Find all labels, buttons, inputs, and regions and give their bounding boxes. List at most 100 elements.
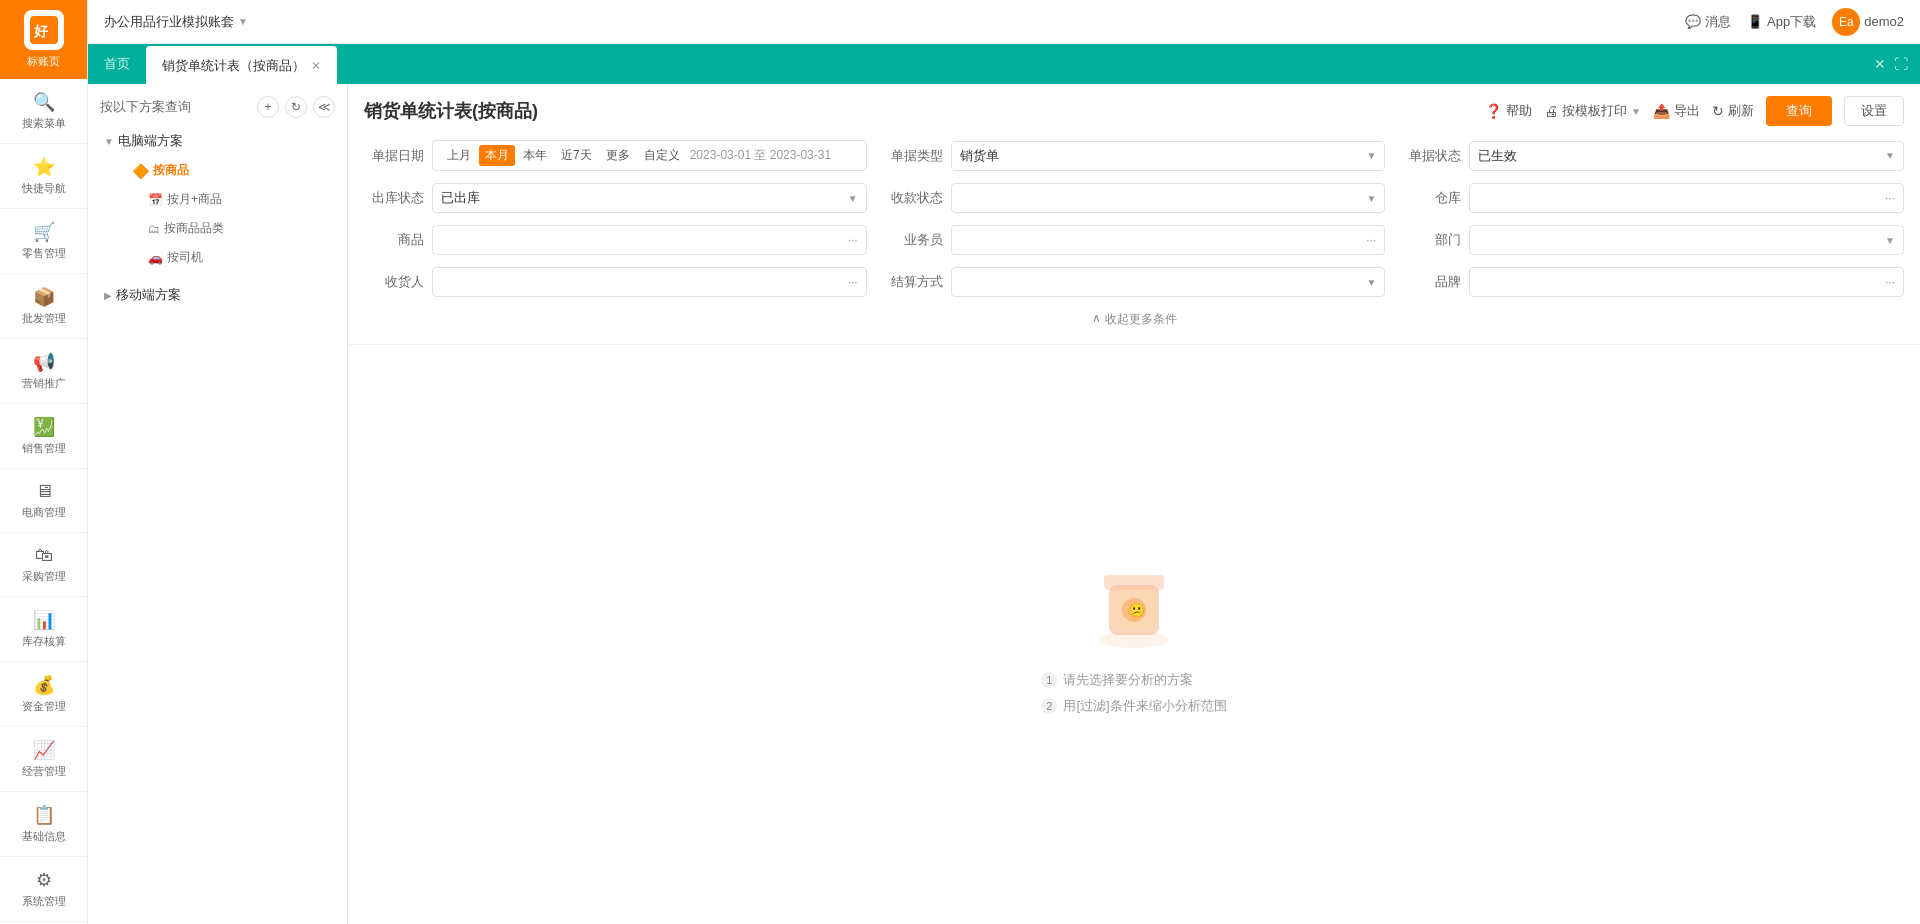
product-ellipsis-icon[interactable]: ··· bbox=[848, 233, 858, 247]
tab-close-icon[interactable]: ✕ bbox=[311, 59, 321, 73]
query-button[interactable]: 查询 bbox=[1766, 96, 1832, 126]
product-select[interactable]: ··· bbox=[432, 225, 867, 255]
warehouse-select[interactable]: ··· bbox=[1469, 183, 1904, 213]
tree-mobile-label: 移动端方案 bbox=[116, 286, 181, 304]
sidebar-item-sales[interactable]: 💹 销售管理 bbox=[0, 404, 87, 469]
empty-illustration: 😕 bbox=[1084, 555, 1184, 655]
tree-sub-month-product[interactable]: 📅 按月+商品 bbox=[96, 185, 339, 214]
filter-out-status: 出库状态 已出库 ▼ bbox=[364, 183, 867, 213]
window-maximize-icon[interactable]: ⛶ bbox=[1894, 56, 1908, 72]
tab-report[interactable]: 销货单统计表（按商品） ✕ bbox=[146, 46, 337, 86]
header-left: 办公用品行业模拟账套 ▼ bbox=[104, 13, 248, 31]
page-header: 销货单统计表(按商品) ❓ 帮助 🖨 按模板打印 ▼ 📤 导出 bbox=[348, 84, 1920, 134]
ecommerce-icon: 🖥 bbox=[35, 481, 53, 502]
sidebar-item-basic[interactable]: 📋 基础信息 bbox=[0, 792, 87, 857]
empty-state: 😕 1 请先选择要分析的方案 2 用[过滤]条件来缩小分析范围 bbox=[348, 345, 1920, 924]
tree-child-by-product[interactable]: 🔶 按商品 bbox=[96, 156, 339, 185]
date-tab-this-year[interactable]: 本年 bbox=[517, 145, 553, 166]
sidebar-label-finance: 资金管理 bbox=[22, 699, 66, 714]
tree-desktop-label: 电脑端方案 bbox=[118, 132, 183, 150]
tree-child-product-label: 按商品 bbox=[153, 162, 189, 179]
sidebar-label-search: 搜索菜单 bbox=[22, 116, 66, 131]
calendar-icon: 📅 bbox=[148, 193, 163, 207]
collapse-row[interactable]: ∧ 收起更多条件 bbox=[364, 303, 1904, 336]
page-title: 销货单统计表(按商品) bbox=[364, 99, 538, 123]
date-range: 2023-03-01 至 2023-03-31 bbox=[690, 147, 831, 164]
download-icon: 📱 bbox=[1747, 14, 1763, 29]
recipient-ellipsis-icon[interactable]: ··· bbox=[848, 275, 858, 289]
salesperson-select[interactable]: ··· bbox=[951, 225, 1386, 255]
user-profile[interactable]: Ea demo2 bbox=[1832, 8, 1904, 36]
sidebar-item-marketing[interactable]: 📢 营销推广 bbox=[0, 339, 87, 404]
filter-row-1: 单据日期 上月 本月 本年 近7天 更多 自定义 2023-03-01 至 20… bbox=[364, 134, 1904, 177]
bill-type-select[interactable]: 销货单 ▼ bbox=[951, 141, 1386, 171]
payment-status-select[interactable]: ▼ bbox=[951, 183, 1386, 213]
sidebar-item-inventory[interactable]: 📊 库存核算 bbox=[0, 597, 87, 662]
out-status-label: 出库状态 bbox=[364, 189, 424, 207]
tree-mobile[interactable]: ▶ 移动端方案 bbox=[96, 280, 339, 310]
sidebar-item-quick[interactable]: ⭐ 快捷导航 bbox=[0, 144, 87, 209]
export-button[interactable]: 📤 导出 bbox=[1653, 102, 1700, 120]
date-control[interactable]: 上月 本月 本年 近7天 更多 自定义 2023-03-01 至 2023-03… bbox=[432, 140, 867, 171]
refresh-button[interactable]: ↻ 刷新 bbox=[1712, 102, 1754, 120]
filter-row-3: 商品 ··· 业务员 ··· 部门 bbox=[364, 219, 1904, 261]
sidebar-label-purchase: 采购管理 bbox=[22, 569, 66, 584]
svg-text:好: 好 bbox=[33, 23, 49, 39]
logo-text: 标账页 bbox=[27, 54, 60, 69]
tab-home[interactable]: 首页 bbox=[88, 44, 146, 84]
content-area: 按以下方案查询 + ↻ ≪ ▼ 电脑端方案 🔶 按商品 📅 按 bbox=[88, 84, 1920, 924]
right-panel: 销货单统计表(按商品) ❓ 帮助 🖨 按模板打印 ▼ 📤 导出 bbox=[348, 84, 1920, 924]
window-close-icon[interactable]: ✕ bbox=[1874, 56, 1886, 72]
brand-select[interactable]: ··· bbox=[1469, 267, 1904, 297]
filter-warehouse: 仓库 ··· bbox=[1401, 183, 1904, 213]
wholesale-icon: 📦 bbox=[33, 286, 55, 308]
finance-icon: 💰 bbox=[33, 674, 55, 696]
logo-area[interactable]: 好 标账页 bbox=[0, 0, 87, 79]
tree-sub-category[interactable]: 🗂 按商品品类 bbox=[96, 214, 339, 243]
settlement-label: 结算方式 bbox=[883, 273, 943, 291]
top-header: 办公用品行业模拟账套 ▼ 💬 消息 📱 App下载 Ea demo2 bbox=[88, 0, 1920, 44]
brand-ellipsis-icon[interactable]: ··· bbox=[1885, 275, 1895, 289]
date-tab-last7days[interactable]: 近7天 bbox=[555, 145, 598, 166]
tree-desktop[interactable]: ▼ 电脑端方案 bbox=[96, 126, 339, 156]
recipient-select[interactable]: ··· bbox=[432, 267, 867, 297]
panel-refresh-icon[interactable]: ↻ bbox=[285, 96, 307, 118]
panel-add-icon[interactable]: + bbox=[257, 96, 279, 118]
settings-button[interactable]: 设置 bbox=[1844, 96, 1904, 126]
sidebar-item-wholesale[interactable]: 📦 批发管理 bbox=[0, 274, 87, 339]
salesperson-label: 业务员 bbox=[883, 231, 943, 249]
sidebar-label-marketing: 营销推广 bbox=[22, 376, 66, 391]
chevron-down-icon: ▼ bbox=[104, 136, 114, 147]
department-select[interactable]: ▼ bbox=[1469, 225, 1904, 255]
salesperson-ellipsis-icon[interactable]: ··· bbox=[1366, 233, 1376, 247]
panel-collapse-icon[interactable]: ≪ bbox=[313, 96, 335, 118]
tree-sub-driver[interactable]: 🚗 按司机 bbox=[96, 243, 339, 272]
inventory-icon: 📊 bbox=[33, 609, 55, 631]
help-button[interactable]: ❓ 帮助 bbox=[1485, 102, 1532, 120]
sidebar-item-retail[interactable]: 🛒 零售管理 bbox=[0, 209, 87, 274]
settlement-arrow-icon: ▼ bbox=[1366, 277, 1376, 288]
bill-status-select[interactable]: 已生效 ▼ bbox=[1469, 141, 1904, 171]
sidebar-item-operation[interactable]: 📈 经营管理 bbox=[0, 727, 87, 792]
warehouse-ellipsis-icon[interactable]: ··· bbox=[1885, 191, 1895, 205]
home-tab-label: 首页 bbox=[104, 55, 130, 73]
industry-selector[interactable]: 办公用品行业模拟账套 ▼ bbox=[104, 13, 248, 31]
date-tab-more[interactable]: 更多 bbox=[600, 145, 636, 166]
chevron-right-icon: ▶ bbox=[104, 290, 112, 301]
print-button[interactable]: 🖨 按模板打印 ▼ bbox=[1544, 102, 1641, 120]
settlement-select[interactable]: ▼ bbox=[951, 267, 1386, 297]
sidebar-item-finance[interactable]: 💰 资金管理 bbox=[0, 662, 87, 727]
date-tab-custom[interactable]: 自定义 bbox=[638, 145, 686, 166]
sidebar-item-system[interactable]: ⚙ 系统管理 bbox=[0, 857, 87, 922]
app-download-button[interactable]: 📱 App下载 bbox=[1747, 13, 1816, 31]
sidebar-item-purchase[interactable]: 🛍 采购管理 bbox=[0, 533, 87, 597]
purchase-icon: 🛍 bbox=[35, 545, 53, 566]
sidebar-item-ecommerce[interactable]: 🖥 电商管理 bbox=[0, 469, 87, 533]
empty-hint-1-text: 请先选择要分析的方案 bbox=[1063, 671, 1193, 689]
date-tab-this-month[interactable]: 本月 bbox=[479, 145, 515, 166]
sidebar-item-search[interactable]: 🔍 搜索菜单 bbox=[0, 79, 87, 144]
date-tab-last-month[interactable]: 上月 bbox=[441, 145, 477, 166]
message-button[interactable]: 💬 消息 bbox=[1685, 13, 1731, 31]
out-status-select[interactable]: 已出库 ▼ bbox=[432, 183, 867, 213]
message-label: 消息 bbox=[1705, 13, 1731, 31]
